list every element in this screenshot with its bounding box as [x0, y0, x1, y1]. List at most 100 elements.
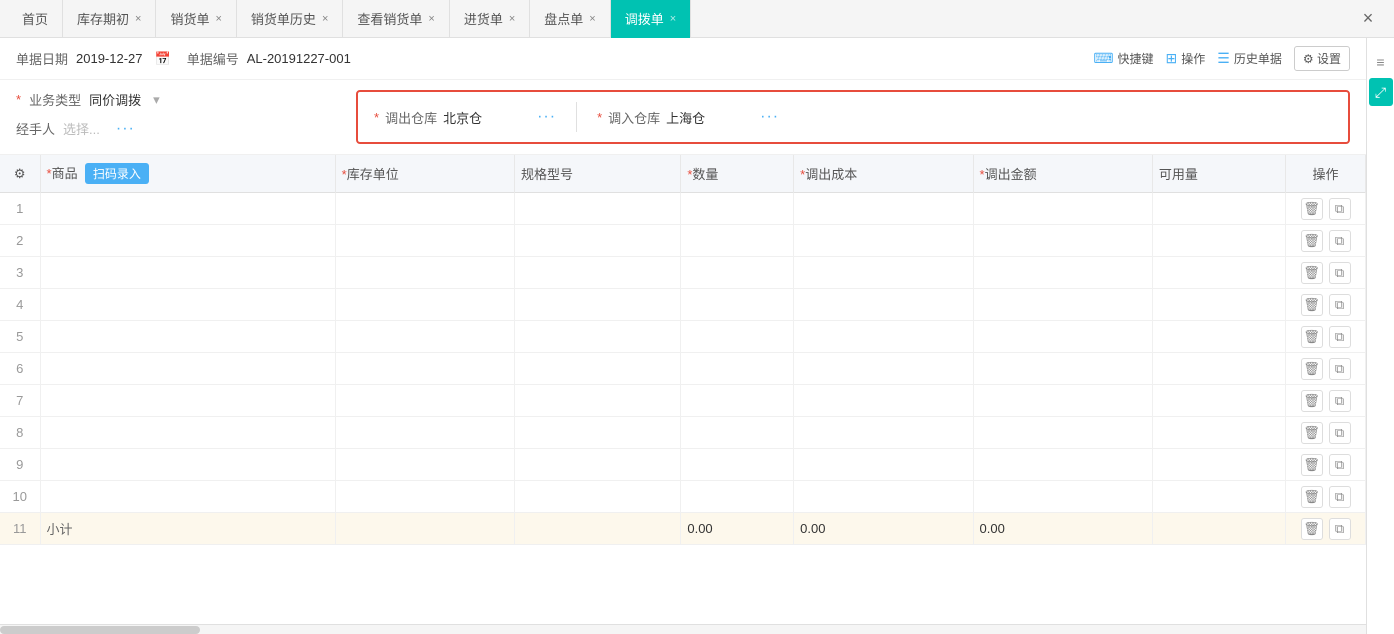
cell-amount-5[interactable] [973, 321, 1152, 353]
copy-btn-10[interactable]: ⧉ [1329, 486, 1351, 508]
cell-cost-8[interactable] [794, 417, 973, 449]
cell-amount-2[interactable] [973, 225, 1152, 257]
out-warehouse-value[interactable]: 北京仓 [443, 108, 523, 127]
cell-unit-5[interactable] [335, 321, 514, 353]
copy-btn-11[interactable]: ⧉ [1329, 518, 1351, 540]
cell-product-1[interactable] [40, 193, 335, 225]
cell-available-8[interactable] [1152, 417, 1285, 449]
handler-placeholder[interactable]: 选择... [63, 119, 100, 138]
cell-qty-8[interactable] [681, 417, 794, 449]
cell-cost-7[interactable] [794, 385, 973, 417]
copy-btn-9[interactable]: ⧉ [1329, 454, 1351, 476]
side-list-btn[interactable]: ≡ [1369, 48, 1393, 76]
tab-close-stocktake[interactable]: × [589, 13, 595, 25]
cell-product-6[interactable] [40, 353, 335, 385]
cell-product-3[interactable] [40, 257, 335, 289]
tab-sales-history[interactable]: 销货单历史 × [237, 0, 343, 38]
cell-unit-7[interactable] [335, 385, 514, 417]
cell-unit-6[interactable] [335, 353, 514, 385]
biz-type-dropdown-icon[interactable]: ▾ [153, 92, 160, 108]
window-close-button[interactable]: × [1350, 1, 1386, 37]
copy-btn-4[interactable]: ⧉ [1329, 294, 1351, 316]
scan-button[interactable]: 扫码录入 [85, 163, 149, 184]
cell-unit-8[interactable] [335, 417, 514, 449]
cell-available-5[interactable] [1152, 321, 1285, 353]
copy-btn-3[interactable]: ⧉ [1329, 262, 1351, 284]
copy-btn-8[interactable]: ⧉ [1329, 422, 1351, 444]
history-action[interactable]: ☰ 历史单据 [1217, 50, 1282, 67]
cell-spec-2[interactable] [514, 225, 680, 257]
cell-cost-6[interactable] [794, 353, 973, 385]
cell-available-2[interactable] [1152, 225, 1285, 257]
delete-btn-11[interactable]: 🗑 [1301, 518, 1323, 540]
cell-amount-9[interactable] [973, 449, 1152, 481]
cell-qty-3[interactable] [681, 257, 794, 289]
copy-btn-5[interactable]: ⧉ [1329, 326, 1351, 348]
calendar-icon[interactable]: 📅 [155, 51, 171, 67]
cell-product-2[interactable] [40, 225, 335, 257]
cell-product-7[interactable] [40, 385, 335, 417]
tab-purchase[interactable]: 进货单 × [450, 0, 530, 38]
cell-product-8[interactable] [40, 417, 335, 449]
cell-available-7[interactable] [1152, 385, 1285, 417]
cell-amount-3[interactable] [973, 257, 1152, 289]
tab-close-transfer[interactable]: × [670, 13, 676, 25]
cell-qty-2[interactable] [681, 225, 794, 257]
tab-transfer[interactable]: 调拨单 × [611, 0, 691, 38]
cell-amount-6[interactable] [973, 353, 1152, 385]
cell-available-10[interactable] [1152, 481, 1285, 513]
delete-btn-7[interactable]: 🗑 [1301, 390, 1323, 412]
tab-sales[interactable]: 销货单 × [156, 0, 236, 38]
tab-view-sales[interactable]: 查看销货单 × [343, 0, 449, 38]
copy-btn-7[interactable]: ⧉ [1329, 390, 1351, 412]
cell-available-6[interactable] [1152, 353, 1285, 385]
cell-cost-1[interactable] [794, 193, 973, 225]
cell-unit-10[interactable] [335, 481, 514, 513]
in-warehouse-value[interactable]: 上海仓 [666, 108, 746, 127]
bottom-scrollbar[interactable] [0, 624, 1366, 634]
cell-unit-3[interactable] [335, 257, 514, 289]
cell-amount-8[interactable] [973, 417, 1152, 449]
side-expand-btn[interactable]: ⤢ [1369, 78, 1393, 106]
cell-cost-5[interactable] [794, 321, 973, 353]
cell-available-9[interactable] [1152, 449, 1285, 481]
cell-unit-1[interactable] [335, 193, 514, 225]
settings-button[interactable]: ⚙ 设置 [1294, 46, 1350, 71]
cell-unit-4[interactable] [335, 289, 514, 321]
cell-cost-3[interactable] [794, 257, 973, 289]
cell-spec-10[interactable] [514, 481, 680, 513]
cell-spec-7[interactable] [514, 385, 680, 417]
out-warehouse-more-btn[interactable]: ··· [537, 108, 556, 126]
cell-spec-6[interactable] [514, 353, 680, 385]
cell-qty-7[interactable] [681, 385, 794, 417]
tab-close-purchase[interactable]: × [509, 13, 515, 25]
cell-product-9[interactable] [40, 449, 335, 481]
copy-btn-1[interactable]: ⧉ [1329, 198, 1351, 220]
delete-btn-2[interactable]: 🗑 [1301, 230, 1323, 252]
cell-cost-10[interactable] [794, 481, 973, 513]
cell-cost-4[interactable] [794, 289, 973, 321]
cell-qty-10[interactable] [681, 481, 794, 513]
tab-home[interactable]: 首页 [8, 0, 63, 38]
cell-cost-2[interactable] [794, 225, 973, 257]
cell-cost-9[interactable] [794, 449, 973, 481]
tab-close-sales[interactable]: × [215, 13, 221, 25]
cell-amount-7[interactable] [973, 385, 1152, 417]
cell-qty-4[interactable] [681, 289, 794, 321]
cell-amount-1[interactable] [973, 193, 1152, 225]
biz-type-value[interactable]: 同价调拨 [89, 90, 141, 109]
cell-spec-3[interactable] [514, 257, 680, 289]
cell-spec-9[interactable] [514, 449, 680, 481]
shortcut-action[interactable]: ⌨ 快捷键 [1093, 50, 1153, 67]
tab-stocktake[interactable]: 盘点单 × [530, 0, 610, 38]
delete-btn-9[interactable]: 🗑 [1301, 454, 1323, 476]
cell-amount-4[interactable] [973, 289, 1152, 321]
delete-btn-6[interactable]: 🗑 [1301, 358, 1323, 380]
tab-inventory-init[interactable]: 库存期初 × [63, 0, 156, 38]
delete-btn-10[interactable]: 🗑 [1301, 486, 1323, 508]
cell-product-10[interactable] [40, 481, 335, 513]
cell-amount-10[interactable] [973, 481, 1152, 513]
cell-unit-9[interactable] [335, 449, 514, 481]
in-warehouse-more-btn[interactable]: ··· [760, 108, 779, 126]
cell-qty-9[interactable] [681, 449, 794, 481]
